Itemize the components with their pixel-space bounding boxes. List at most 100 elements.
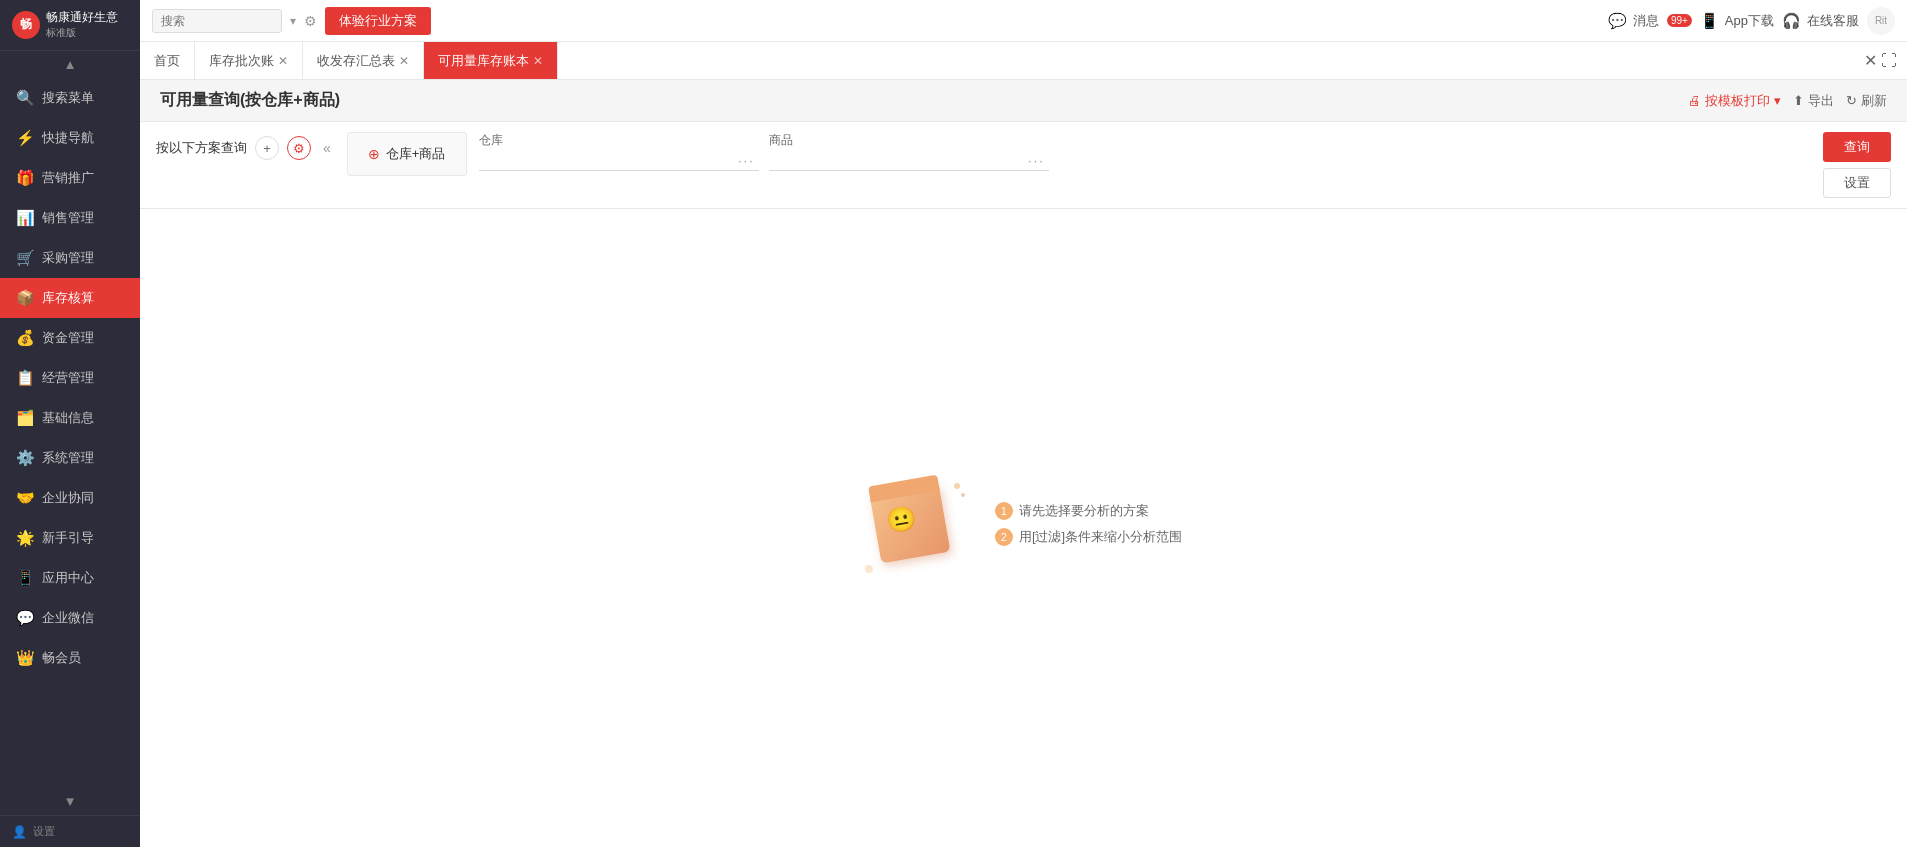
tabs-bar: 首页 库存批次账 ✕ 收发存汇总表 ✕ 可用量库存账本 ✕ ✕ ⛶: [140, 42, 1907, 80]
main-area: ▾ ⚙ 体验行业方案 💬 消息 99+ 📱 App下载 🎧 在线客服 Rit 首…: [140, 0, 1907, 847]
sidebar-label-wechat: 企业微信: [42, 609, 94, 627]
warehouse-input[interactable]: [483, 153, 734, 168]
user-avatar[interactable]: Rit: [1867, 7, 1895, 35]
sidebar-item-wechat[interactable]: 💬 企业微信: [0, 598, 140, 638]
sidebar-label-purchase: 采购管理: [42, 249, 94, 267]
sidebar-label-system: 系统管理: [42, 449, 94, 467]
sidebar-label-search: 搜索菜单: [42, 89, 94, 107]
filter-settings-btn[interactable]: ⚙: [287, 136, 311, 160]
sidebar-label-appcenter: 应用中心: [42, 569, 94, 587]
search-input[interactable]: [152, 9, 282, 33]
sidebar-scroll-up[interactable]: ▲: [0, 51, 140, 78]
app-download-action[interactable]: 📱 App下载: [1700, 12, 1774, 30]
trial-button[interactable]: 体验行业方案: [325, 7, 431, 35]
app-name: 畅康通好生意: [46, 10, 118, 26]
filter-product-field: 商品 ···: [769, 132, 1049, 171]
sidebar-logo: 畅 畅康通好生意 标准版: [0, 0, 140, 51]
print-icon: 🖨: [1688, 93, 1701, 108]
base-icon: 🗂️: [16, 409, 34, 427]
empty-hint-2: 2 用[过滤]条件来缩小分析范围: [995, 528, 1182, 546]
sidebar-label-sales: 销售管理: [42, 209, 94, 227]
product-input-group: ···: [769, 151, 1049, 171]
sidebar-item-guide[interactable]: 🌟 新手引导: [0, 518, 140, 558]
sidebar-item-search[interactable]: 🔍 搜索菜单: [0, 78, 140, 118]
tab-close-recv-summary[interactable]: ✕: [399, 54, 409, 68]
sidebar-label-base: 基础信息: [42, 409, 94, 427]
sidebar-label-enterprise: 企业协同: [42, 489, 94, 507]
sidebar-item-base[interactable]: 🗂️ 基础信息: [0, 398, 140, 438]
filter-section-label: 按以下方案查询: [156, 139, 247, 157]
tab-expand-button[interactable]: ⛶: [1881, 52, 1897, 70]
filter-fields: 仓库 ··· 商品 ···: [479, 132, 1811, 171]
content-area: 可用量查询(按仓库+商品) 🖨 按模板打印 ▾ ⬆ 导出 ↻ 刷新: [140, 80, 1907, 847]
empty-hint-1: 1 请先选择要分析的方案: [995, 502, 1182, 520]
filter-left: 按以下方案查询 + ⚙ «: [156, 132, 335, 160]
appcenter-icon: 📱: [16, 569, 34, 587]
print-chevron-icon[interactable]: ▾: [1774, 93, 1781, 108]
export-action[interactable]: ⬆ 导出: [1793, 92, 1834, 110]
message-icon: 💬: [1608, 12, 1627, 30]
tabs-right-actions: ✕ ⛶: [1854, 42, 1907, 79]
wechat-icon: 💬: [16, 609, 34, 627]
member-icon: 👑: [16, 649, 34, 667]
sidebar-label-operation: 经营管理: [42, 369, 94, 387]
purchase-icon: 🛒: [16, 249, 34, 267]
topbar-gear-icon[interactable]: ⚙: [304, 13, 317, 29]
warehouse-label: 仓库: [479, 132, 759, 149]
tab-close-batch-ledger[interactable]: ✕: [278, 54, 288, 68]
scheme-icon: ⊕: [368, 146, 380, 162]
sidebar-item-appcenter[interactable]: 📱 应用中心: [0, 558, 140, 598]
scheme-item-warehouse-product[interactable]: ⊕ 仓库+商品: [360, 139, 454, 169]
operation-icon: 📋: [16, 369, 34, 387]
query-button[interactable]: 查询: [1823, 132, 1891, 162]
sidebar-item-purchase[interactable]: 🛒 采购管理: [0, 238, 140, 278]
sidebar-item-finance[interactable]: 💰 资金管理: [0, 318, 140, 358]
message-badge: 99+: [1667, 14, 1692, 27]
warehouse-input-group: ···: [479, 151, 759, 171]
logo-icon: 畅: [12, 11, 40, 39]
product-dots[interactable]: ···: [1028, 153, 1045, 168]
online-service-action[interactable]: 🎧 在线客服: [1782, 12, 1859, 30]
sidebar-item-sales[interactable]: 📊 销售管理: [0, 198, 140, 238]
sidebar-bottom: 👤 设置: [0, 815, 140, 847]
sidebar-label-finance: 资金管理: [42, 329, 94, 347]
filter-scheme-panel: ⊕ 仓库+商品: [347, 132, 467, 176]
filter-collapse-btn[interactable]: «: [319, 136, 335, 160]
tab-close-button[interactable]: ✕: [1864, 51, 1877, 70]
warehouse-dots[interactable]: ···: [738, 153, 755, 168]
empty-state: 😐 1 请先选择要分析的方案 2 用[过滤]条件来缩小分析范围: [140, 209, 1907, 847]
tab-available-ledger[interactable]: 可用量库存账本 ✕: [424, 42, 558, 79]
sidebar-label-marketing: 营销推广: [42, 169, 94, 187]
filter-warehouse-field: 仓库 ···: [479, 132, 759, 171]
product-input[interactable]: [773, 153, 1024, 168]
tab-home[interactable]: 首页: [140, 42, 195, 79]
sidebar-item-operation[interactable]: 📋 经营管理: [0, 358, 140, 398]
export-icon: ⬆: [1793, 93, 1804, 108]
guide-icon: 🌟: [16, 529, 34, 547]
sidebar-scroll-down[interactable]: ▼: [0, 788, 140, 815]
settings-button[interactable]: 设置: [1823, 168, 1891, 198]
topbar: ▾ ⚙ 体验行业方案 💬 消息 99+ 📱 App下载 🎧 在线客服 Rit: [140, 0, 1907, 42]
sidebar-item-marketing[interactable]: 🎁 营销推广: [0, 158, 140, 198]
sidebar: 畅 畅康通好生意 标准版 ▲ 🔍 搜索菜单 ⚡ 快捷导航 🎁 营销推广 📊 销售…: [0, 0, 140, 847]
sidebar-item-enterprise[interactable]: 🤝 企业协同: [0, 478, 140, 518]
filter-panel: 按以下方案查询 + ⚙ « ⊕ 仓库+商品 仓库 ···: [140, 122, 1907, 209]
page-header: 可用量查询(按仓库+商品) 🖨 按模板打印 ▾ ⬆ 导出 ↻ 刷新: [140, 80, 1907, 122]
sidebar-item-member[interactable]: 👑 畅会员: [0, 638, 140, 678]
sidebar-item-system[interactable]: ⚙️ 系统管理: [0, 438, 140, 478]
phone-icon: 📱: [1700, 12, 1719, 30]
print-action[interactable]: 🖨 按模板打印 ▾: [1688, 92, 1781, 110]
inventory-icon: 📦: [16, 289, 34, 307]
product-label: 商品: [769, 132, 1049, 149]
sidebar-item-shortcut[interactable]: ⚡ 快捷导航: [0, 118, 140, 158]
tab-close-available-ledger[interactable]: ✕: [533, 54, 543, 68]
search-chevron-icon[interactable]: ▾: [290, 14, 296, 28]
tab-batch-ledger[interactable]: 库存批次账 ✕: [195, 42, 303, 79]
refresh-action[interactable]: ↻ 刷新: [1846, 92, 1887, 110]
message-action[interactable]: 💬 消息 99+: [1608, 12, 1692, 30]
sidebar-label-member: 畅会员: [42, 649, 81, 667]
filter-add-btn[interactable]: +: [255, 136, 279, 160]
sidebar-item-inventory[interactable]: 📦 库存核算: [0, 278, 140, 318]
search-icon: 🔍: [16, 89, 34, 107]
tab-recv-summary[interactable]: 收发存汇总表 ✕: [303, 42, 424, 79]
